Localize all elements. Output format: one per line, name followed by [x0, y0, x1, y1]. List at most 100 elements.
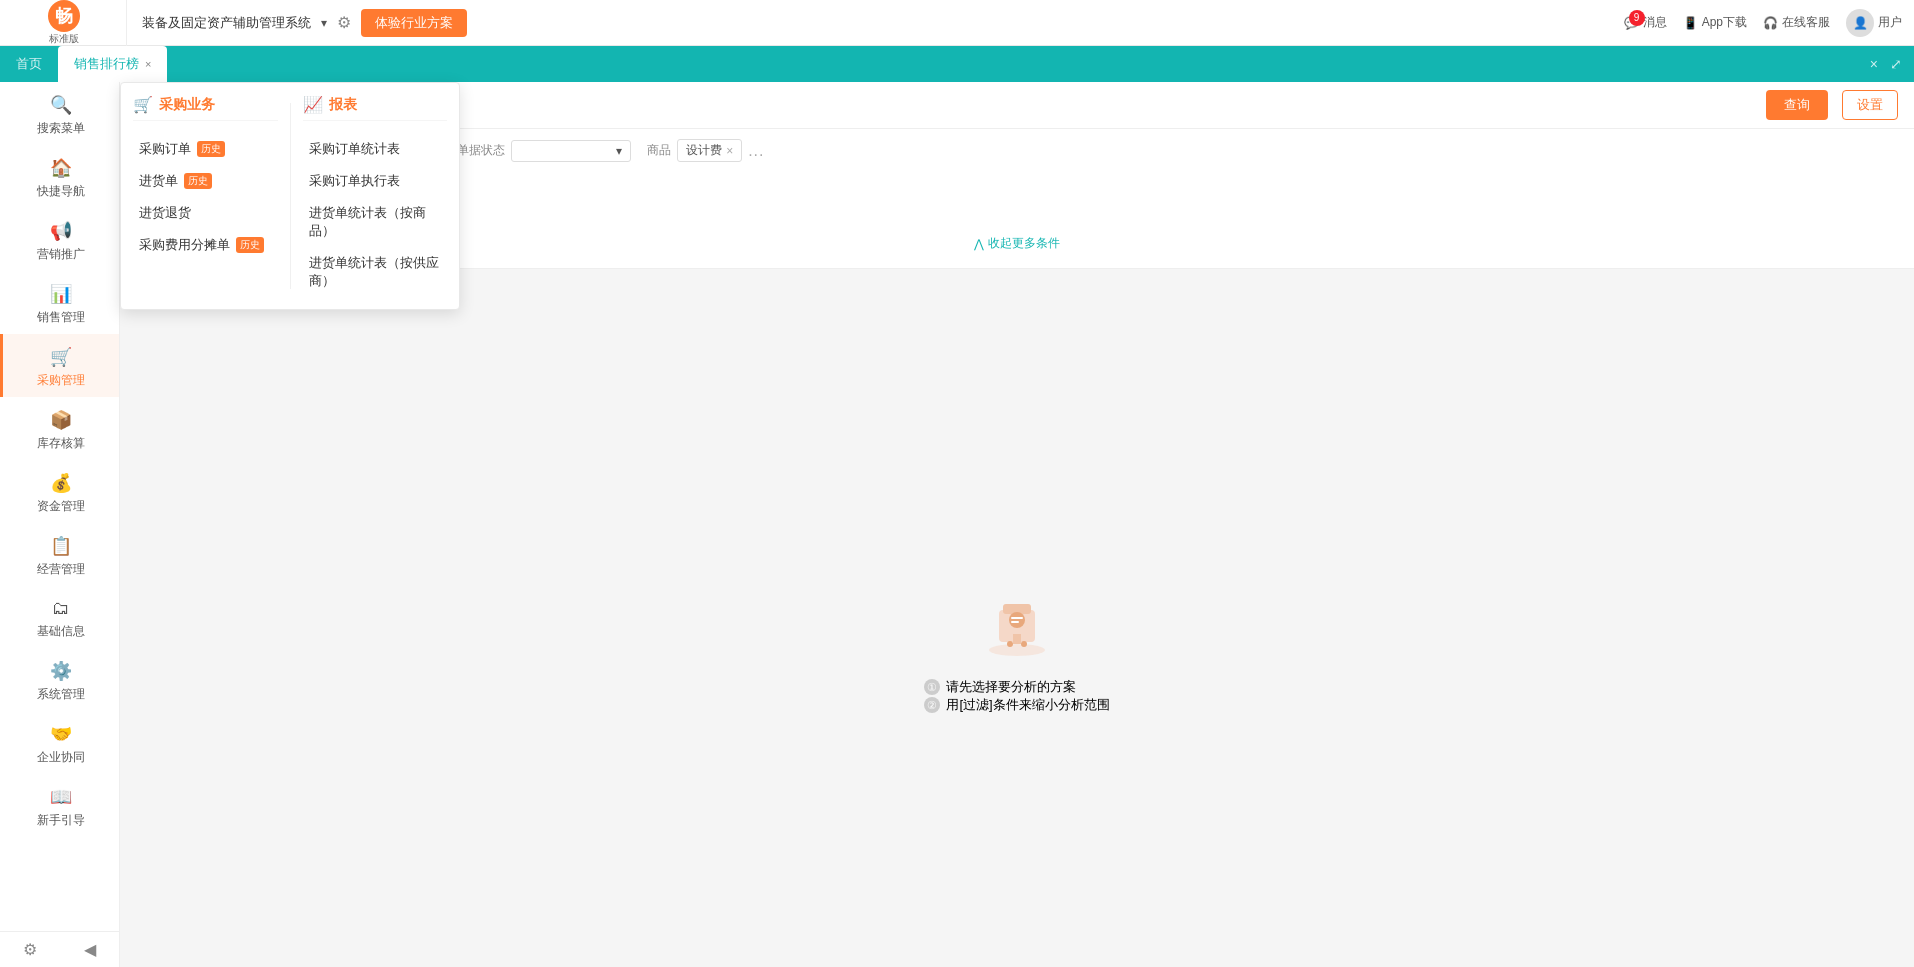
settings-btn[interactable]: 设置 [1842, 90, 1898, 120]
topbar: 畅 标准版 装备及固定资产辅助管理系统 ▾ ⚙ 体验行业方案 💬 9 消息 📱 … [0, 0, 1914, 46]
collapse-label: 收起更多条件 [988, 235, 1060, 252]
home-icon: 🏠 [50, 157, 72, 179]
sidebar-label-finance: 资金管理 [37, 498, 85, 515]
voucher-filter: 单据状态 ▾ [457, 140, 631, 162]
purchase-col-title: 🛒 采购业务 [133, 95, 278, 121]
sidebar-label-marketing: 营销推广 [37, 246, 85, 263]
operation-icon: 📋 [50, 535, 72, 557]
sidebar-item-guide[interactable]: 📖 新手引导 [0, 774, 119, 837]
marketing-icon: 📢 [50, 220, 72, 242]
empty-tip-2: ② 用[过滤]条件来缩小分析范围 [924, 696, 1109, 714]
logo-icon: 畅 [48, 0, 80, 32]
tab-sales-rank[interactable]: 销售排行榜 × [58, 46, 167, 82]
purchase-col-icon: 🛒 [133, 95, 153, 114]
purchase-col: 🛒 采购业务 采购订单 历史 进货单 历史 进货退货 采购费用分摊单 历史 [121, 95, 290, 297]
goods-tag-close[interactable]: × [726, 144, 733, 158]
sidebar-item-operation[interactable]: 📋 经营管理 [0, 523, 119, 586]
app-label: App下载 [1702, 14, 1747, 31]
guide-icon: 📖 [50, 786, 72, 808]
query-btn[interactable]: 查询 [1766, 90, 1828, 120]
finance-icon: 💰 [50, 472, 72, 494]
goods-more-btn[interactable]: ... [748, 142, 764, 160]
tip-num-1: ① [924, 679, 940, 695]
app-download-btn[interactable]: 📱 App下载 [1683, 14, 1747, 31]
empty-illustration [977, 582, 1057, 662]
purchase-order-history: 历史 [197, 141, 225, 157]
sidebar-item-enterprise[interactable]: 🤝 企业协同 [0, 711, 119, 774]
service-label: 在线客服 [1782, 14, 1830, 31]
search-icon: 🔍 [50, 94, 72, 116]
empty-tips: ① 请先选择要分析的方案 ② 用[过滤]条件来缩小分析范围 [924, 678, 1109, 714]
sidebar-label-quick: 快捷导航 [37, 183, 85, 200]
sidebar-item-quick[interactable]: 🏠 快捷导航 [0, 145, 119, 208]
sidebar-item-marketing[interactable]: 📢 营销推广 [0, 208, 119, 271]
menu-item-order-exec[interactable]: 采购订单执行表 [303, 165, 448, 197]
service-btn[interactable]: 🎧 在线客服 [1763, 14, 1830, 31]
goods-tag[interactable]: 设计费 × [677, 139, 742, 162]
logo-area: 畅 标准版 [12, 0, 127, 46]
message-btn[interactable]: 💬 9 消息 [1624, 14, 1667, 31]
sidebar-collapse-btn[interactable]: ◀ [84, 940, 96, 959]
sidebar-item-basic[interactable]: 🗂 基础信息 [0, 586, 119, 648]
message-badge: 9 [1629, 10, 1645, 26]
sidebar-label-inventory: 库存核算 [37, 435, 85, 452]
phone-icon: 📱 [1683, 16, 1698, 30]
purchase-col-label: 采购业务 [159, 96, 215, 114]
expense-history: 历史 [236, 237, 264, 253]
window-expand-btn[interactable]: ⤢ [1890, 56, 1902, 72]
tab-home[interactable]: 首页 [0, 46, 58, 82]
empty-state: ① 请先选择要分析的方案 ② 用[过滤]条件来缩小分析范围 [120, 269, 1914, 967]
tab-actions: × ⤢ [1870, 56, 1914, 72]
sidebar-label-sales: 销售管理 [37, 309, 85, 326]
return-label: 进货退货 [139, 204, 191, 222]
user-label: 用户 [1878, 14, 1902, 31]
goods-filter: 商品 设计费 × ... [647, 139, 764, 162]
sidebar-item-inventory[interactable]: 📦 库存核算 [0, 397, 119, 460]
menu-item-order-stats[interactable]: 采购订单统计表 [303, 133, 448, 165]
menu-item-expense[interactable]: 采购费用分摊单 历史 [133, 229, 278, 261]
sidebar-label-system: 系统管理 [37, 686, 85, 703]
report-col: 📈 报表 采购订单统计表 采购订单执行表 进货单统计表（按商品） 进货单统计表（… [291, 95, 460, 297]
sidebar-item-sales[interactable]: 📊 销售管理 [0, 271, 119, 334]
system-dropdown-btn[interactable]: ▾ [321, 16, 327, 30]
purchase-order-label: 采购订单 [139, 140, 191, 158]
order-stats-label: 采购订单统计表 [309, 140, 400, 158]
settings-icon[interactable]: ⚙ [337, 13, 351, 32]
empty-tip-1: ① 请先选择要分析的方案 [924, 678, 1109, 696]
tab-close-icon[interactable]: × [145, 58, 151, 70]
sidebar-label-operation: 经营管理 [37, 561, 85, 578]
sidebar-item-system[interactable]: ⚙️ 系统管理 [0, 648, 119, 711]
sales-icon: 📊 [50, 283, 72, 305]
window-close-btn[interactable]: × [1870, 56, 1878, 72]
sidebar-item-purchase[interactable]: 🛒 采购管理 [0, 334, 119, 397]
svg-point-8 [1021, 641, 1027, 647]
user-btn[interactable]: 👤 用户 [1846, 9, 1902, 37]
sidebar-settings-btn[interactable]: ⚙ [23, 940, 37, 959]
report-col-title: 📈 报表 [303, 95, 448, 121]
voucher-label: 单据状态 [457, 142, 505, 159]
headset-icon: 🎧 [1763, 16, 1778, 30]
menu-item-inbound[interactable]: 进货单 历史 [133, 165, 278, 197]
tip-num-2: ② [924, 697, 940, 713]
tab-home-label: 首页 [16, 55, 42, 73]
tip-text-1: 请先选择要分析的方案 [946, 678, 1076, 696]
menu-item-purchase-order[interactable]: 采购订单 历史 [133, 133, 278, 165]
inventory-icon: 📦 [50, 409, 72, 431]
sidebar-item-finance[interactable]: 💰 资金管理 [0, 460, 119, 523]
avatar: 👤 [1846, 9, 1874, 37]
menu-item-return[interactable]: 进货退货 [133, 197, 278, 229]
sidebar-item-search[interactable]: 🔍 搜索菜单 [0, 82, 119, 145]
inbound-stats-supplier-label: 进货单统计表（按供应商） [309, 254, 442, 290]
voucher-select[interactable]: ▾ [511, 140, 631, 162]
voucher-dropdown-icon: ▾ [616, 144, 622, 158]
report-col-icon: 📈 [303, 95, 323, 114]
sidebar-bottom: ⚙ ◀ [0, 931, 119, 967]
menu-item-inbound-stats-goods[interactable]: 进货单统计表（按商品） [303, 197, 448, 247]
industry-btn[interactable]: 体验行业方案 [361, 9, 467, 37]
svg-point-0 [989, 644, 1045, 656]
system-icon: ⚙️ [50, 660, 72, 682]
sidebar-label-guide: 新手引导 [37, 812, 85, 829]
inbound-history: 历史 [184, 173, 212, 189]
menu-item-inbound-stats-supplier[interactable]: 进货单统计表（按供应商） [303, 247, 448, 297]
sidebar: 🔍 搜索菜单 🏠 快捷导航 📢 营销推广 📊 销售管理 🛒 采购管理 📦 [0, 82, 120, 967]
